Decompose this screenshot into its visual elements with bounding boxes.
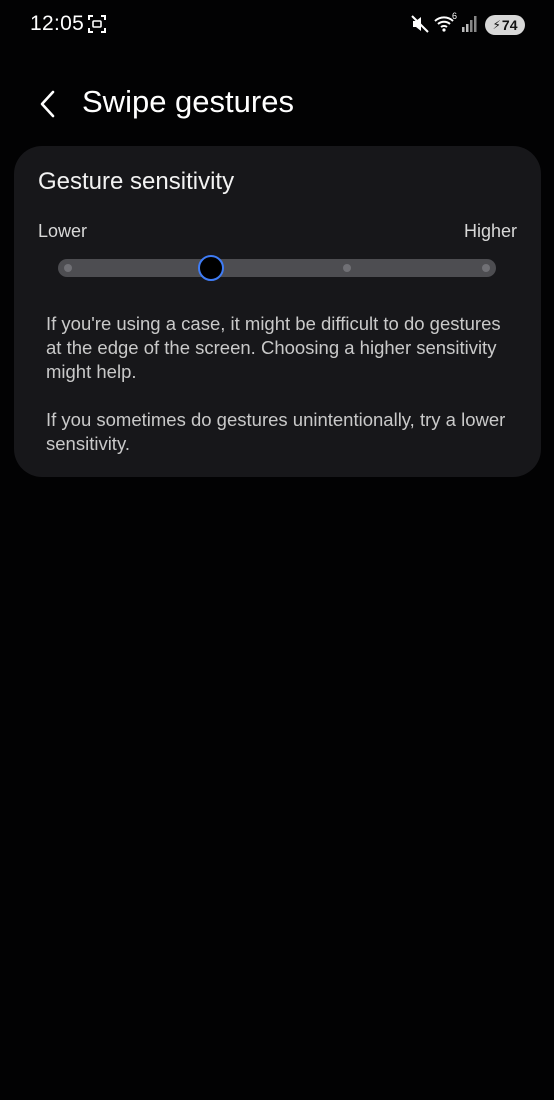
bolt-icon: ⚡ — [492, 18, 501, 32]
wifi-icon — [434, 13, 454, 38]
chevron-left-icon — [40, 90, 55, 118]
description-paragraph-unintentional: If you sometimes do gestures unintention… — [46, 409, 506, 454]
slider-thumb[interactable] — [198, 255, 225, 281]
battery-charging-icon: ⚡ 74 — [485, 15, 525, 35]
slider-label-higher: Higher — [463, 221, 517, 241]
status-bar: 12:05 6 ⚡ 74 — [0, 0, 554, 52]
wifi-badge: 6 — [452, 11, 458, 21]
slider-track[interactable] — [58, 259, 496, 277]
card-title: Gesture sensitivity — [38, 168, 235, 195]
description-paragraph-case: If you're using a case, it might be diff… — [46, 313, 501, 382]
back-button[interactable] — [30, 86, 66, 122]
status-time: 12:05 — [30, 12, 85, 35]
slider-label-lower: Lower — [38, 221, 88, 241]
sensitivity-slider[interactable] — [58, 255, 496, 281]
mute-icon — [410, 14, 430, 39]
description: If you're using a case, it might be diff… — [46, 312, 516, 480]
slider-step-dot[interactable] — [342, 264, 351, 272]
page-title: Swipe gestures — [82, 84, 294, 119]
screenshot-icon — [88, 15, 106, 38]
sensitivity-card: Gesture sensitivity Lower Higher If you'… — [14, 146, 541, 477]
battery-level: 74 — [501, 17, 518, 33]
header: Swipe gestures — [0, 80, 554, 130]
slider-step-dot[interactable] — [482, 264, 490, 272]
slider-step-dot[interactable] — [64, 264, 72, 272]
signal-icon — [461, 15, 479, 38]
